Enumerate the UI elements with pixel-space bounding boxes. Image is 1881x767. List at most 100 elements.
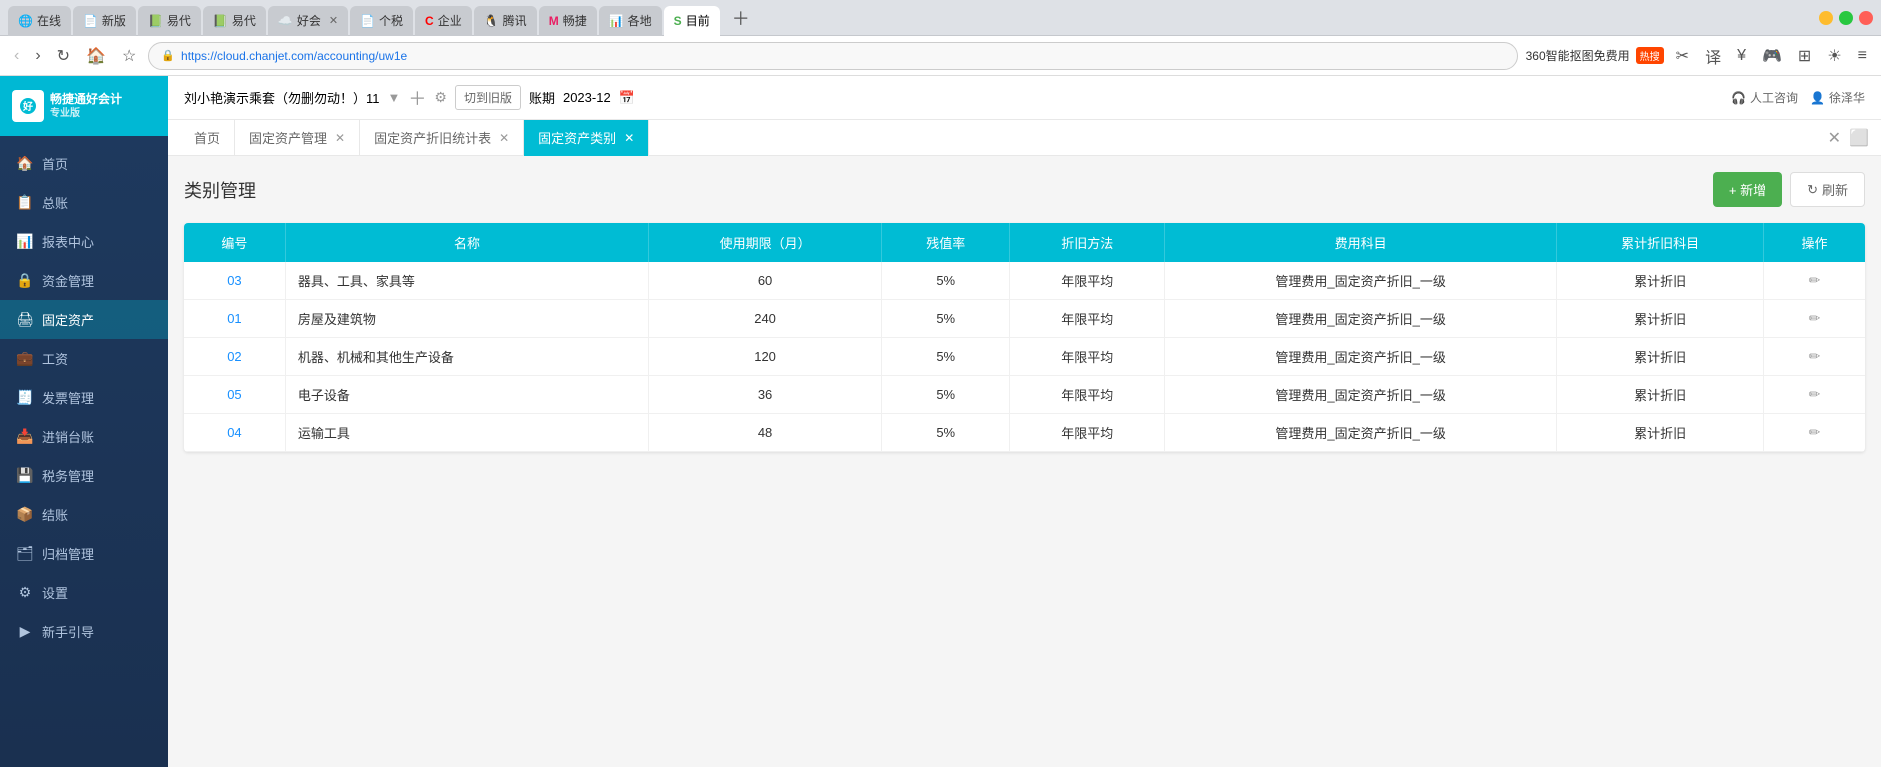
cell-period-0: 60 — [649, 262, 882, 300]
sidebar-item-ledger[interactable]: 📋 总账 — [0, 183, 168, 222]
browser-tab-new[interactable]: 📄 新版 — [73, 6, 136, 36]
cell-action-3[interactable]: ✏ — [1764, 376, 1865, 414]
headset-icon: 🎧 — [1731, 91, 1746, 105]
page-tab-depreciation-table[interactable]: 固定资产折旧统计表 ✕ — [360, 120, 524, 156]
forward-button[interactable]: › — [31, 45, 44, 67]
address-bar[interactable]: 🔒 https://cloud.chanjet.com/accounting/u… — [148, 42, 1517, 70]
browser-tab-gedi[interactable]: 📊 各地 — [599, 6, 662, 36]
col-expense: 费用科目 — [1165, 223, 1557, 262]
browser-tab-yidai2[interactable]: 📗 易代 — [203, 6, 266, 36]
cell-period-4: 48 — [649, 414, 882, 452]
top-actions: 🎧 人工咨询 👤 徐泽华 — [1731, 89, 1865, 106]
sidebar-item-guide[interactable]: ▶ 新手引导 — [0, 612, 168, 651]
cell-action-1[interactable]: ✏ — [1764, 300, 1865, 338]
sidebar-item-home[interactable]: 🏠 首页 — [0, 144, 168, 183]
browser-tab-tencent[interactable]: 🐧 腾讯 — [474, 6, 537, 36]
scissors-button[interactable]: ✂ — [1672, 44, 1693, 68]
menu-button[interactable]: ≡ — [1854, 45, 1871, 67]
browser-tab-yidai1[interactable]: 📗 易代 — [138, 6, 201, 36]
close-depreciation-icon[interactable]: ✕ — [499, 131, 509, 145]
brightness-button[interactable]: ☀ — [1823, 44, 1845, 68]
edit-icon-1[interactable]: ✏ — [1809, 310, 1821, 326]
cell-code-4[interactable]: 04 — [184, 414, 285, 452]
sidebar-label-funds: 资金管理 — [42, 271, 94, 290]
cell-action-0[interactable]: ✏ — [1764, 262, 1865, 300]
back-button[interactable]: ‹ — [10, 45, 23, 67]
tab-icon: 📄 — [83, 14, 98, 28]
bookmark-button[interactable]: ☆ — [118, 44, 140, 68]
currency-button[interactable]: ¥ — [1733, 45, 1750, 67]
sidebar-item-tax[interactable]: 💾 税务管理 — [0, 456, 168, 495]
tab-window-controls: ✕ ⬜ — [1828, 128, 1869, 148]
tab-close-hao[interactable]: ✕ — [329, 14, 338, 27]
page-tab-asset-category[interactable]: 固定资产类别 ✕ — [524, 120, 649, 156]
cell-code-3[interactable]: 05 — [184, 376, 285, 414]
refresh-button[interactable]: ↻ 刷新 — [1790, 172, 1865, 207]
sidebar-item-archive[interactable]: 🗂 归档管理 — [0, 534, 168, 573]
cell-period-3: 36 — [649, 376, 882, 414]
edit-icon-4[interactable]: ✏ — [1809, 424, 1821, 440]
close-button[interactable] — [1859, 11, 1873, 25]
maximize-button[interactable] — [1839, 11, 1853, 25]
browser-tab-current[interactable]: S 目前 — [664, 6, 720, 36]
cell-residual-4: 5% — [881, 414, 1009, 452]
sidebar-item-invoice[interactable]: 🧾 发票管理 — [0, 378, 168, 417]
cell-code-2[interactable]: 02 — [184, 338, 285, 376]
browser-tab-enterprise[interactable]: C 企业 — [415, 6, 472, 36]
tab-icon: 🐧 — [484, 14, 499, 28]
sidebar-item-close[interactable]: 📦 结账 — [0, 495, 168, 534]
cell-action-4[interactable]: ✏ — [1764, 414, 1865, 452]
browser-tab-hao[interactable]: ☁️ 好会 ✕ — [268, 6, 348, 36]
cell-method-1: 年限平均 — [1010, 300, 1165, 338]
sidebar-item-funds[interactable]: 🔒 资金管理 — [0, 261, 168, 300]
new-tab-button[interactable]: ＋ — [732, 5, 750, 31]
consultant-button[interactable]: 🎧 人工咨询 — [1731, 89, 1798, 106]
sidebar-item-reports[interactable]: 📊 报表中心 — [0, 222, 168, 261]
game-button[interactable]: 🎮 — [1758, 44, 1786, 68]
close-fixed-asset-mgmt-icon[interactable]: ✕ — [335, 131, 345, 145]
top-bar: 刘小艳演示乘套（勿删勿动！）11 ▼ ＋ ⚙ 切到旧版 账期 2023-12 📅… — [168, 76, 1881, 120]
settings-gear-icon[interactable]: ⚙ — [434, 89, 447, 106]
add-company-icon[interactable]: ＋ — [408, 85, 426, 111]
url-text: https://cloud.chanjet.com/accounting/uw1… — [181, 49, 407, 63]
add-button[interactable]: + 新增 — [1713, 172, 1782, 207]
cell-action-2[interactable]: ✏ — [1764, 338, 1865, 376]
sidebar: 好 畅捷通好会计 专业版 🏠 首页 📋 总账 📊 报表中心 🔒 资金管理 — [0, 76, 168, 767]
sidebar-label-home: 首页 — [42, 154, 68, 173]
browser-tab-changjie[interactable]: M 畅捷 — [539, 6, 597, 36]
sidebar-item-payroll[interactable]: 💼 工资 — [0, 339, 168, 378]
close-category-icon[interactable]: ✕ — [624, 131, 634, 145]
edit-icon-3[interactable]: ✏ — [1809, 386, 1821, 402]
maximize-window-icon[interactable]: ⬜ — [1849, 128, 1869, 148]
sidebar-item-fixed-assets[interactable]: 🖨 固定资产 — [0, 300, 168, 339]
translate-button[interactable]: 译 — [1701, 42, 1725, 70]
cell-code-1[interactable]: 01 — [184, 300, 285, 338]
browser-tab-tax[interactable]: 📄 个税 — [350, 6, 413, 36]
minimize-button[interactable] — [1819, 11, 1833, 25]
invoice-icon: 🧾 — [16, 389, 34, 406]
sidebar-item-settings[interactable]: ⚙ 设置 — [0, 573, 168, 612]
edit-icon-0[interactable]: ✏ — [1809, 272, 1821, 288]
page-tab-fixed-asset-mgmt-label: 固定资产管理 — [249, 128, 327, 147]
sidebar-label-fixed-assets: 固定资产 — [42, 310, 94, 329]
edit-icon-2[interactable]: ✏ — [1809, 348, 1821, 364]
sidebar-label-payroll: 工资 — [42, 349, 68, 368]
page-tab-home-label: 首页 — [194, 128, 220, 147]
page-tab-category-label: 固定资产类别 — [538, 128, 616, 147]
calendar-icon[interactable]: 📅 — [619, 90, 635, 106]
tab-label: 企业 — [438, 12, 462, 29]
reload-button[interactable]: ↻ — [53, 44, 74, 68]
page-tab-fixed-asset-mgmt[interactable]: 固定资产管理 ✕ — [235, 120, 360, 156]
cell-expense-0: 管理费用_固定资产折旧_一级 — [1165, 262, 1557, 300]
close-window-icon[interactable]: ✕ — [1828, 128, 1841, 148]
browser-tab-online[interactable]: 🌐 在线 — [8, 6, 71, 36]
home-button[interactable]: 🏠 — [82, 44, 110, 68]
sidebar-item-trade[interactable]: 📥 进销台账 — [0, 417, 168, 456]
page-tab-home[interactable]: 首页 — [180, 120, 235, 156]
dropdown-arrow-icon[interactable]: ▼ — [388, 90, 401, 105]
cell-expense-4: 管理费用_固定资产折旧_一级 — [1165, 414, 1557, 452]
switch-version-button[interactable]: 切到旧版 — [455, 85, 521, 110]
cell-code-0[interactable]: 03 — [184, 262, 285, 300]
user-button[interactable]: 👤 徐泽华 — [1810, 89, 1865, 106]
grid-button[interactable]: ⊞ — [1794, 44, 1815, 68]
